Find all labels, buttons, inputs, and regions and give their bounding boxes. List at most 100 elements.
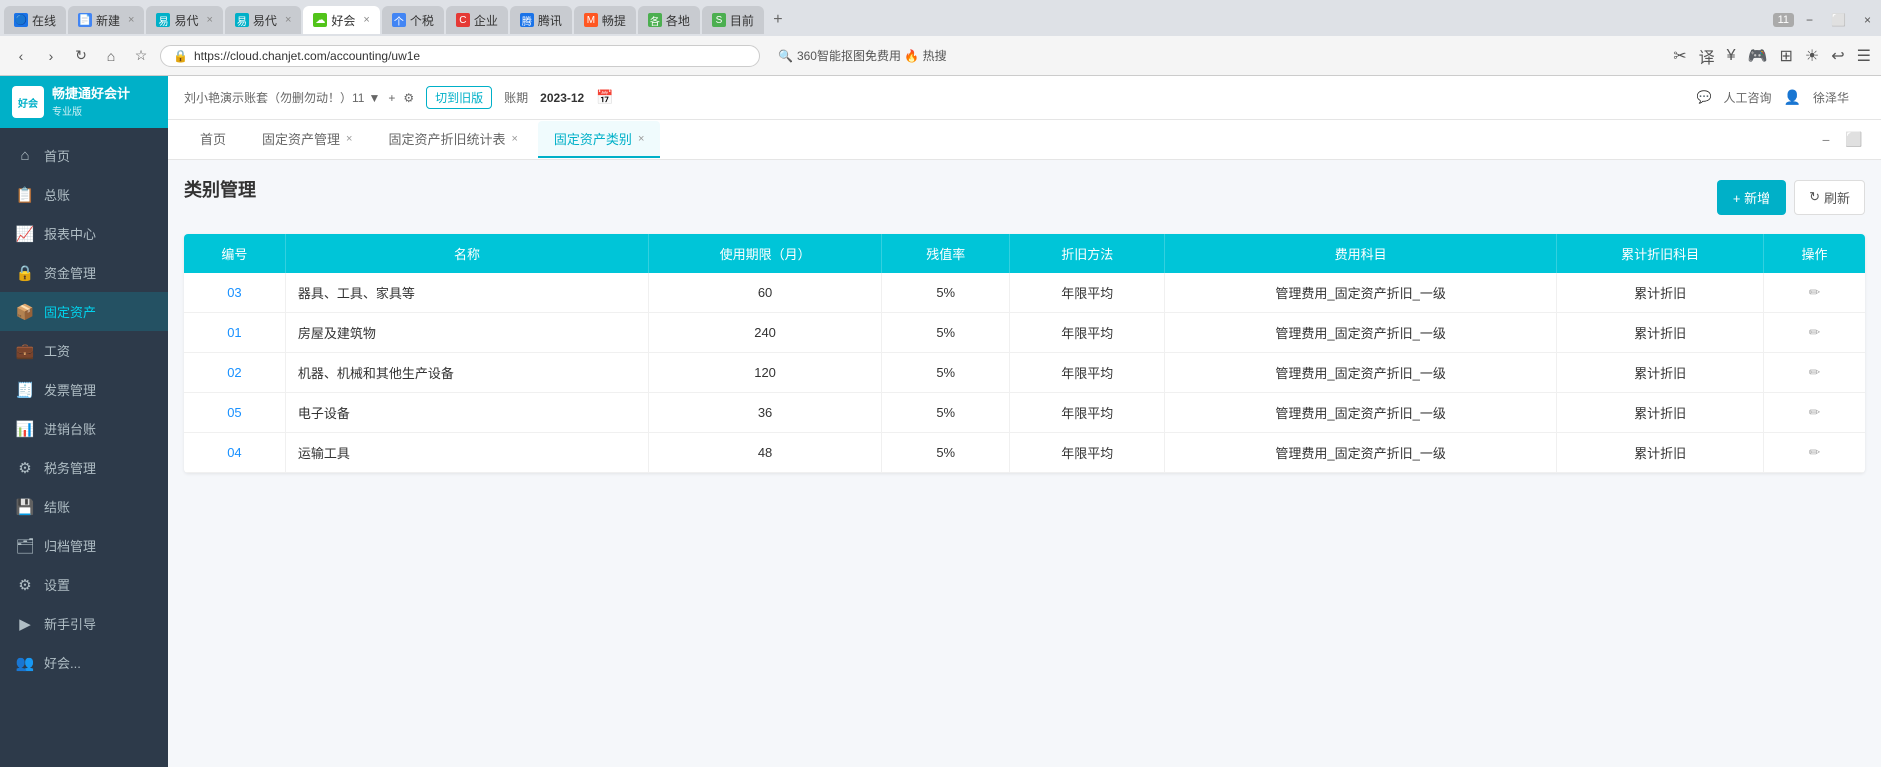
browser-tab-muqian[interactable]: S 目前 <box>702 6 764 34</box>
browser-tab-tencent[interactable]: 腾 腾讯 <box>510 6 572 34</box>
search-placeholder: 360智能抠图免费用 🔥 热搜 <box>797 47 947 64</box>
browser-tab-gedi[interactable]: 各 各地 <box>638 6 700 34</box>
favorite-button[interactable]: ☆ <box>130 45 152 67</box>
grid-icon[interactable]: ⊞ <box>1780 46 1793 66</box>
brightness-icon[interactable]: ☀ <box>1805 46 1819 66</box>
refresh-btn[interactable]: ↻ 刷新 <box>1794 180 1865 215</box>
tab-close-new[interactable]: × <box>128 14 134 26</box>
consult-label[interactable]: 人工咨询 <box>1724 89 1772 106</box>
cell-expense-0: 管理费用_固定资产折旧_一级 <box>1165 273 1557 313</box>
sidebar-item-archive[interactable]: 🗂 归档管理 <box>0 526 168 565</box>
tab-close-yidai1[interactable]: × <box>206 14 212 26</box>
page-minimize-btn[interactable]: − <box>1815 129 1837 151</box>
address-input[interactable]: 🔒 https://cloud.chanjet.com/accounting/u… <box>160 45 760 67</box>
cell-code-2[interactable]: 02 <box>184 353 285 393</box>
translate-icon[interactable]: 译 <box>1699 44 1715 68</box>
new-btn[interactable]: + 新增 <box>1717 180 1786 215</box>
sidebar-item-invoice[interactable]: 🧾 发票管理 <box>0 370 168 409</box>
sidebar-item-purchase[interactable]: 📊 进销台账 <box>0 409 168 448</box>
browser-tab-online[interactable]: 🔵 在线 <box>4 6 66 34</box>
browser-tab-tax[interactable]: 个 个税 <box>382 6 444 34</box>
sidebar-item-tax[interactable]: ⚙ 税务管理 <box>0 448 168 487</box>
sidebar-item-payroll[interactable]: 💼 工资 <box>0 331 168 370</box>
sidebar-item-home[interactable]: ⌂ 首页 <box>0 136 168 175</box>
currency-icon[interactable]: ¥ <box>1727 47 1736 65</box>
edit-btn-4[interactable]: ✏ <box>1809 444 1821 460</box>
browser-tab-enterprise[interactable]: C 企业 <box>446 6 508 34</box>
data-table: 编号 名称 使用期限（月） 残值率 折旧方法 费用科目 累计折旧科目 操作 03… <box>184 234 1865 473</box>
tab-label-yidai1: 易代 <box>174 12 198 29</box>
add-account-icon[interactable]: + <box>388 91 395 105</box>
sidebar-item-capital[interactable]: 🔒 资金管理 <box>0 253 168 292</box>
sidebar-item-settings[interactable]: ⚙ 设置 <box>0 565 168 604</box>
url-text: https://cloud.chanjet.com/accounting/uw1… <box>194 49 420 63</box>
consult-icon: 💬 <box>1697 90 1712 104</box>
edit-btn-1[interactable]: ✏ <box>1809 324 1821 340</box>
sidebar-item-fixed[interactable]: 📦 固定资产 <box>0 292 168 331</box>
browser-tab-haohui[interactable]: ☁ 好会 × <box>303 6 379 34</box>
cell-code-1[interactable]: 01 <box>184 313 285 353</box>
table-body: 03 器具、工具、家具等 60 5% 年限平均 管理费用_固定资产折旧_一级 累… <box>184 273 1865 473</box>
edit-btn-3[interactable]: ✏ <box>1809 404 1821 420</box>
sidebar-item-ledger[interactable]: 📋 总账 <box>0 175 168 214</box>
tab-icon-changtui: M <box>584 13 598 27</box>
content-header: 类别管理 + 新增 ↻ 刷新 <box>184 176 1865 218</box>
edit-btn-0[interactable]: ✏ <box>1809 284 1821 300</box>
tab-close-haohui[interactable]: × <box>363 14 369 26</box>
search-icon: 🔍 <box>778 49 793 63</box>
tab-label-yidai2: 易代 <box>253 12 277 29</box>
page-tab-home[interactable]: 首页 <box>184 121 242 158</box>
capital-nav-icon: 🔒 <box>16 264 34 282</box>
cell-action-0: ✏ <box>1764 273 1865 313</box>
close-fixed-mgmt-tab[interactable]: × <box>346 133 352 145</box>
ssl-lock-icon: 🔒 <box>173 49 188 63</box>
sidebar-item-partner[interactable]: 👥 好会... <box>0 643 168 682</box>
page-tab-category[interactable]: 固定资产类别 × <box>538 121 660 158</box>
cell-rate-0: 5% <box>881 273 1009 313</box>
calendar-icon[interactable]: 📅 <box>596 89 613 106</box>
sidebar-item-guide[interactable]: ▶ 新手引导 <box>0 604 168 643</box>
settings-gear-icon[interactable]: ⚙ <box>403 91 414 105</box>
close-depreciation-tab[interactable]: × <box>511 133 517 145</box>
browser-tab-yidai2[interactable]: 易 易代 × <box>225 6 301 34</box>
cell-action-1: ✏ <box>1764 313 1865 353</box>
cell-method-4: 年限平均 <box>1010 433 1165 473</box>
minimize-icon[interactable]: − <box>1800 13 1819 27</box>
sidebar-nav: ⌂ 首页 📋 总账 📈 报表中心 🔒 资金管理 📦 固定资产 💼 工资 <box>0 128 168 767</box>
settings-nav-icon: ⚙ <box>16 576 34 594</box>
back-button[interactable]: ‹ <box>10 45 32 67</box>
switch-version-btn[interactable]: 切到旧版 <box>426 86 492 109</box>
cell-name-3: 电子设备 <box>285 393 648 433</box>
browser-tab-changtui[interactable]: M 畅提 <box>574 6 636 34</box>
page-tab-fixed-mgmt[interactable]: 固定资产管理 × <box>246 121 368 158</box>
forward-button[interactable]: › <box>40 45 62 67</box>
cut-icon[interactable]: ✂ <box>1673 46 1686 66</box>
game-icon[interactable]: 🎮 <box>1748 46 1768 66</box>
sidebar-item-report[interactable]: 📈 报表中心 <box>0 214 168 253</box>
cell-code-3[interactable]: 05 <box>184 393 285 433</box>
tab-label-gedi: 各地 <box>666 12 690 29</box>
page-tab-depreciation[interactable]: 固定资产折旧统计表 × <box>372 121 533 158</box>
close-icon[interactable]: × <box>1858 13 1877 27</box>
logo-text: 畅捷通好会计 <box>52 86 130 103</box>
page-maximize-btn[interactable]: ⬜ <box>1843 129 1865 151</box>
edit-btn-2[interactable]: ✏ <box>1809 364 1821 380</box>
sidebar-item-checkout[interactable]: 💾 结账 <box>0 487 168 526</box>
home-button[interactable]: ⌂ <box>100 45 122 67</box>
maximize-icon[interactable]: ⬜ <box>1825 13 1852 27</box>
tab-close-yidai2[interactable]: × <box>285 14 291 26</box>
undo-icon[interactable]: ↩ <box>1831 46 1844 66</box>
browser-tab-new[interactable]: 📄 新建 × <box>68 6 144 34</box>
cell-rate-1: 5% <box>881 313 1009 353</box>
menu-icon[interactable]: ☰ <box>1857 46 1871 66</box>
cell-code-0[interactable]: 03 <box>184 273 285 313</box>
cell-accumulated-4: 累计折旧 <box>1557 433 1764 473</box>
close-category-tab[interactable]: × <box>638 133 644 145</box>
sidebar: 好会 畅捷通好会计 专业版 ⌂ 首页 📋 总账 📈 报表中心 🔒 资金管理 <box>0 76 168 767</box>
tab-add-btn[interactable]: + <box>766 8 790 32</box>
reload-button[interactable]: ↻ <box>70 45 92 67</box>
dropdown-arrow-icon[interactable]: ▼ <box>368 91 380 105</box>
cell-code-4[interactable]: 04 <box>184 433 285 473</box>
browser-tab-yidai1[interactable]: 易 易代 × <box>146 6 222 34</box>
tab-label-enterprise: 企业 <box>474 12 498 29</box>
